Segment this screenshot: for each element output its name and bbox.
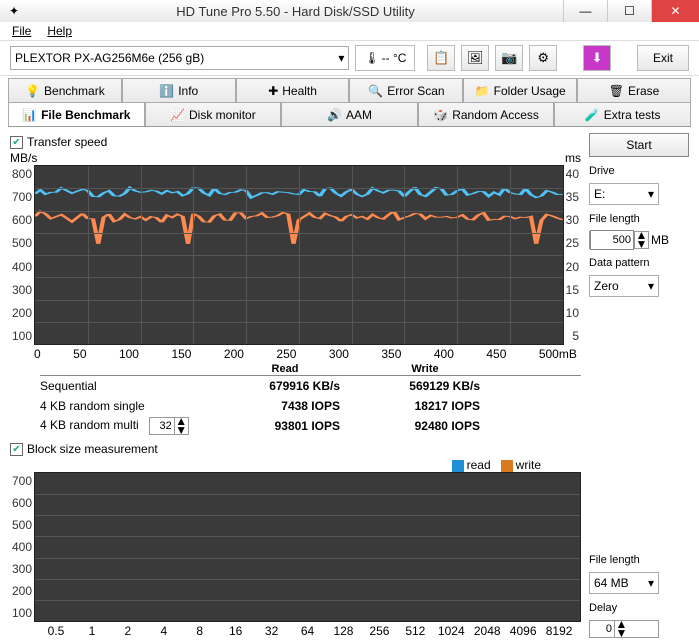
menubar: File Help	[0, 22, 699, 41]
block-size-checkbox[interactable]: ✔ Block size measurement	[10, 442, 581, 456]
toolbar: PLEXTOR PX-AG256M6e (256 gB)▾ 🌡 -- °C 📋 …	[0, 41, 699, 76]
menu-file[interactable]: File	[8, 22, 35, 40]
thermometer-icon: 🌡	[364, 51, 379, 65]
titlebar: ✦ HD Tune Pro 5.50 - Hard Disk/SSD Utili…	[0, 0, 699, 22]
drive-select[interactable]: PLEXTOR PX-AG256M6e (256 gB)▾	[10, 46, 349, 70]
screenshot-button[interactable]: 📷	[495, 45, 523, 71]
y-axis-left-label: MB/s	[10, 151, 36, 165]
check-icon: ✔	[10, 443, 23, 456]
table-row: 4 KB random multi ▲▼93801 IOPS92480 IOPS	[40, 416, 581, 436]
bar-legend: read write	[10, 458, 581, 472]
block-size-chart	[34, 472, 581, 622]
exit-button[interactable]: Exit	[637, 45, 689, 71]
minimize-button[interactable]: —	[563, 0, 607, 22]
tab-disk-monitor[interactable]: 📈Disk monitor	[145, 102, 282, 126]
check-icon: ✔	[10, 136, 23, 149]
file-length-label: File length	[589, 213, 689, 225]
app-icon: ✦	[0, 4, 28, 18]
window-title: HD Tune Pro 5.50 - Hard Disk/SSD Utility	[28, 4, 563, 19]
start-button[interactable]: Start	[589, 133, 689, 157]
tab-erase[interactable]: 🗑Erase	[577, 78, 691, 102]
drive-letter-select[interactable]: E:▾	[589, 183, 659, 205]
x-axis: 050100150200250300350400450500mB	[10, 345, 581, 361]
transfer-speed-checkbox[interactable]: ✔ Transfer speed	[10, 135, 581, 149]
tab-aam[interactable]: 🔊AAM	[281, 102, 418, 126]
options-button[interactable]: ⚙	[529, 45, 557, 71]
tab-benchmark[interactable]: 💡Benchmark	[8, 78, 122, 102]
tab-error-scan[interactable]: 🔍Error Scan	[349, 78, 463, 102]
data-pattern-label: Data pattern	[589, 257, 689, 269]
file-length2-select[interactable]: 64 MB▾	[589, 572, 659, 594]
results-table: ReadWrite Sequential679916 KB/s569129 KB…	[40, 363, 581, 436]
delay-stepper[interactable]: ▲▼	[589, 620, 659, 638]
file-length2-label: File length	[589, 554, 689, 566]
tab-folder-usage[interactable]: 📁Folder Usage	[463, 78, 577, 102]
chevron-down-icon: ▾	[338, 51, 344, 65]
save-button[interactable]: ⬇	[583, 45, 611, 71]
y-axis-right-label: ms	[565, 151, 581, 165]
threads-stepper[interactable]: ▲▼	[149, 417, 189, 435]
transfer-chart: 800700600500400300200100 403530252015105	[10, 165, 581, 345]
drive-label: Drive	[589, 165, 689, 177]
tab-file-benchmark[interactable]: 📊File Benchmark	[8, 102, 145, 126]
menu-help[interactable]: Help	[43, 22, 76, 40]
copy-screenshot-button[interactable]: 🖼	[461, 45, 489, 71]
close-button[interactable]: ✕	[651, 0, 699, 22]
maximize-button[interactable]: ☐	[607, 0, 651, 22]
tab-strip: 💡Benchmarkℹ️Info✚Health🔍Error Scan📁Folde…	[8, 78, 691, 127]
temperature: 🌡 -- °C	[355, 45, 415, 71]
tab-health[interactable]: ✚Health	[236, 78, 350, 102]
delay-label: Delay	[589, 602, 689, 614]
table-row: Sequential679916 KB/s569129 KB/s	[40, 376, 581, 396]
file-length-stepper[interactable]: ▲▼	[589, 231, 649, 249]
copy-info-button[interactable]: 📋	[427, 45, 455, 71]
table-row: 4 KB random single7438 IOPS18217 IOPS	[40, 396, 581, 416]
tab-random-access[interactable]: 🎲Random Access	[418, 102, 555, 126]
tab-extra-tests[interactable]: 🧪Extra tests	[554, 102, 691, 126]
tab-info[interactable]: ℹ️Info	[122, 78, 236, 102]
data-pattern-select[interactable]: Zero▾	[589, 275, 659, 297]
